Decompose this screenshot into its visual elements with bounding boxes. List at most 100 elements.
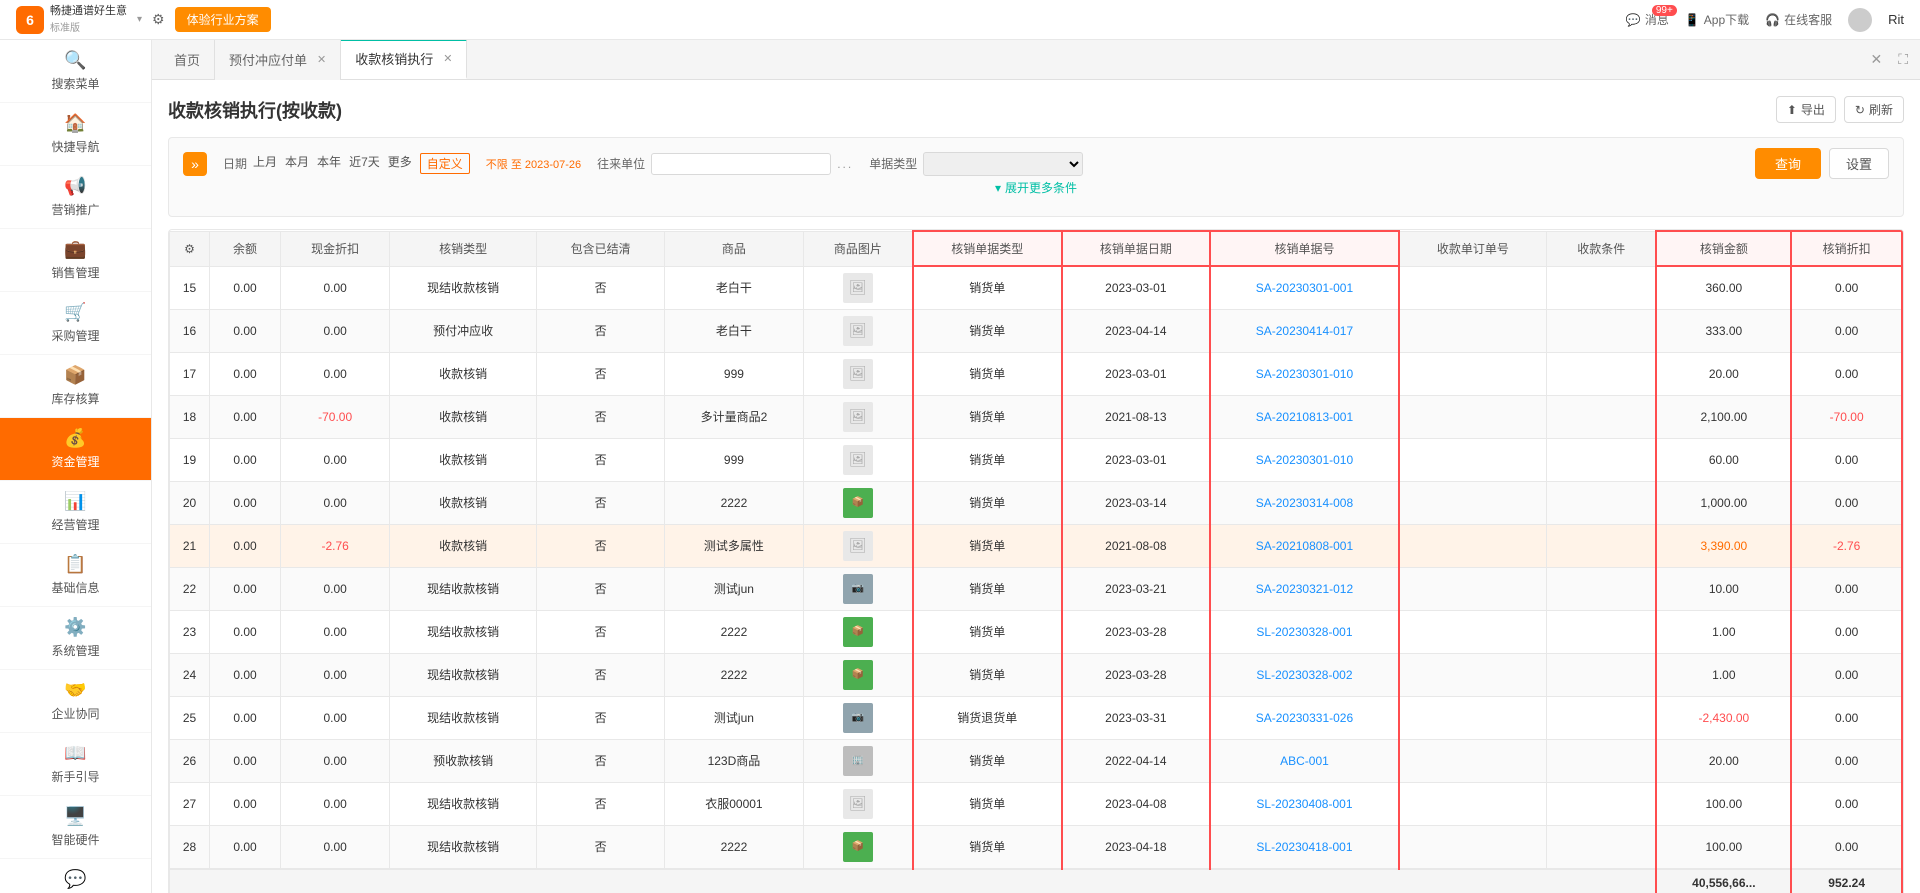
sidebar-item-sales[interactable]: 💼 销售管理	[0, 229, 151, 292]
receipt-type-select[interactable]	[923, 152, 1083, 176]
verify-bill-date-cell: 2023-04-08	[1062, 782, 1211, 825]
date-this-month[interactable]: 本月	[285, 153, 309, 174]
sidebar-item-hardware[interactable]: 🖥️ 智能硬件	[0, 796, 151, 859]
verify-discount-cell: -2.76	[1791, 524, 1902, 567]
sidebar-item-guide[interactable]: 📖 新手引导	[0, 733, 151, 796]
verify-discount-cell: 0.00	[1791, 825, 1902, 869]
date-range-text: 不限 至 2023-07-26	[486, 156, 581, 172]
app-download-area[interactable]: 📱 App下载	[1685, 11, 1749, 28]
table-row: 240.000.00现结收款核销否2222📦销货单2023-03-28SL-20…	[170, 653, 1903, 696]
notification-area[interactable]: 💬 消息 99+	[1626, 11, 1669, 28]
filter-expand-toggle[interactable]: »	[183, 152, 207, 176]
bill-no-link[interactable]: SA-20230321-012	[1256, 582, 1353, 596]
tab-prepay-close[interactable]: ✕	[317, 53, 326, 66]
tab-prepay[interactable]: 预付冲应付单 ✕	[215, 40, 341, 80]
bill-no-link[interactable]: SA-20230301-010	[1256, 453, 1353, 467]
date-custom[interactable]: 自定义	[420, 153, 470, 174]
table-row: 170.000.00收款核销否999🖼销货单2023-03-01SA-20230…	[170, 352, 1903, 395]
filter-settings-button[interactable]: 设置	[1829, 148, 1889, 179]
verify-bill-type-cell: 销货退货单	[913, 696, 1062, 739]
table-row: 190.000.00收款核销否999🖼销货单2023-03-01SA-20230…	[170, 438, 1903, 481]
verify-discount-cell: 0.00	[1791, 481, 1902, 524]
user-avatar[interactable]	[1848, 8, 1872, 32]
bill-no-link[interactable]: SA-20230314-008	[1256, 496, 1353, 510]
sidebar-label-finance: 资金管理	[51, 453, 99, 470]
bill-no-link[interactable]: SA-20230414-017	[1256, 324, 1353, 338]
verify-bill-type-cell: 销货单	[913, 309, 1062, 352]
col-balance: 余额	[210, 231, 281, 266]
verify-bill-no-cell: SA-20230314-008	[1210, 481, 1399, 524]
expand-more-button[interactable]: ▾ 展开更多条件	[995, 179, 1077, 196]
bill-no-link[interactable]: SL-20230328-002	[1256, 668, 1352, 682]
maximize-window-button[interactable]: ⛶	[1894, 47, 1912, 72]
settings-icon[interactable]: ⚙	[152, 11, 165, 28]
verify-amount-cell: 3,390.00	[1656, 524, 1791, 567]
verify-discount-cell: 0.00	[1791, 309, 1902, 352]
bill-no-link[interactable]: SA-20230331-026	[1256, 711, 1353, 725]
sidebar-item-wechat[interactable]: 💬 企业微信	[0, 859, 151, 893]
verify-amount-cell: 10.00	[1656, 567, 1791, 610]
bill-no-link[interactable]: SA-20230301-001	[1256, 281, 1353, 295]
sidebar-item-quicknav[interactable]: 🏠 快捷导航	[0, 103, 151, 166]
col-receipt-condition: 收款条件	[1547, 231, 1657, 266]
main-layout: 🔍 搜索菜单 🏠 快捷导航 📢 营销推广 💼 销售管理 🛒 采购管理 📦 库存核…	[0, 40, 1920, 893]
table-row: 260.000.00预收款核销否123D商品🏢销货单2022-04-14ABC-…	[170, 739, 1903, 782]
refresh-label: 刷新	[1869, 101, 1893, 118]
verify-discount-cell: -70.00	[1791, 395, 1902, 438]
sidebar-item-marketing[interactable]: 📢 营销推广	[0, 166, 151, 229]
col-settings[interactable]: ⚙	[170, 231, 210, 266]
sidebar-item-system[interactable]: ⚙️ 系统管理	[0, 607, 151, 670]
verify-amount-cell: 60.00	[1656, 438, 1791, 481]
industry-button[interactable]: 体验行业方案	[175, 7, 271, 32]
inventory-icon: 📦	[64, 365, 86, 386]
verify-bill-date-cell: 2023-03-14	[1062, 481, 1211, 524]
sidebar-item-purchase[interactable]: 🛒 采购管理	[0, 292, 151, 355]
tab-receipt-verify[interactable]: 收款核销执行 ✕	[341, 40, 467, 79]
verify-amount-cell: 20.00	[1656, 352, 1791, 395]
date-last-month[interactable]: 上月	[253, 153, 277, 174]
table-header: ⚙ 余额 现金折扣 核销类型 包含已结清 商品 商品图片 核销单据类型 核销单据…	[170, 231, 1903, 266]
sidebar-item-operations[interactable]: 📊 经营管理	[0, 481, 151, 544]
tab-bar-right: ✕ ⛶	[1866, 47, 1912, 72]
export-button[interactable]: ⬆ 导出	[1776, 96, 1836, 123]
row-number: 25	[170, 696, 210, 739]
date-this-year[interactable]: 本年	[317, 153, 341, 174]
guide-icon: 📖	[64, 743, 86, 764]
tab-receipt-close[interactable]: ✕	[443, 52, 452, 65]
sidebar-item-basic[interactable]: 📋 基础信息	[0, 544, 151, 607]
date-links: 上月 本月 本年 近7天 更多 自定义	[253, 153, 470, 174]
table-row: 210.00-2.76收款核销否测试多属性🖼销货单2021-08-08SA-20…	[170, 524, 1903, 567]
verify-bill-date-cell: 2023-03-01	[1062, 266, 1211, 309]
bill-no-link[interactable]: SA-20230301-010	[1256, 367, 1353, 381]
tab-bar: 首页 预付冲应付单 ✕ 收款核销执行 ✕ ✕ ⛶	[152, 40, 1920, 80]
hardware-icon: 🖥️	[64, 806, 86, 827]
bill-no-link[interactable]: ABC-001	[1280, 754, 1329, 768]
close-window-button[interactable]: ✕	[1866, 47, 1886, 72]
verify-bill-date-cell: 2023-03-01	[1062, 352, 1211, 395]
online-support-area[interactable]: 🎧 在线客服	[1765, 11, 1832, 28]
sidebar-label-enterprise: 企业协同	[51, 705, 99, 722]
home-tab[interactable]: 首页	[160, 40, 215, 80]
verify-bill-date-cell: 2023-03-31	[1062, 696, 1211, 739]
filter-date-item: 日期 上月 本月 本年 近7天 更多 自定义	[223, 153, 470, 174]
row-number: 24	[170, 653, 210, 696]
date-7days[interactable]: 近7天	[349, 153, 380, 174]
query-button[interactable]: 查询	[1755, 148, 1821, 179]
bill-no-link[interactable]: SA-20210813-001	[1256, 410, 1353, 424]
bill-no-link[interactable]: SA-20210808-001	[1256, 539, 1353, 553]
refresh-button[interactable]: ↻ 刷新	[1844, 96, 1904, 123]
table-row: 180.00-70.00收款核销否多计量商品2🖼销货单2021-08-13SA-…	[170, 395, 1903, 438]
bill-no-link[interactable]: SL-20230408-001	[1256, 797, 1352, 811]
col-verify-type: 核销类型	[390, 231, 537, 266]
verify-bill-type-cell: 销货单	[913, 653, 1062, 696]
sidebar-item-inventory[interactable]: 📦 库存核算	[0, 355, 151, 418]
bill-no-link[interactable]: SL-20230418-001	[1256, 840, 1352, 854]
partner-input[interactable]	[651, 153, 831, 175]
sidebar-item-enterprise[interactable]: 🤝 企业协同	[0, 670, 151, 733]
logo-dropdown-arrow[interactable]: ▾	[137, 14, 142, 25]
date-more[interactable]: 更多	[388, 153, 412, 174]
bill-no-link[interactable]: SL-20230328-001	[1256, 625, 1352, 639]
table-row: 200.000.00收款核销否2222📦销货单2023-03-14SA-2023…	[170, 481, 1903, 524]
sidebar-item-search[interactable]: 🔍 搜索菜单	[0, 40, 151, 103]
sidebar-item-finance[interactable]: 💰 资金管理	[0, 418, 151, 481]
